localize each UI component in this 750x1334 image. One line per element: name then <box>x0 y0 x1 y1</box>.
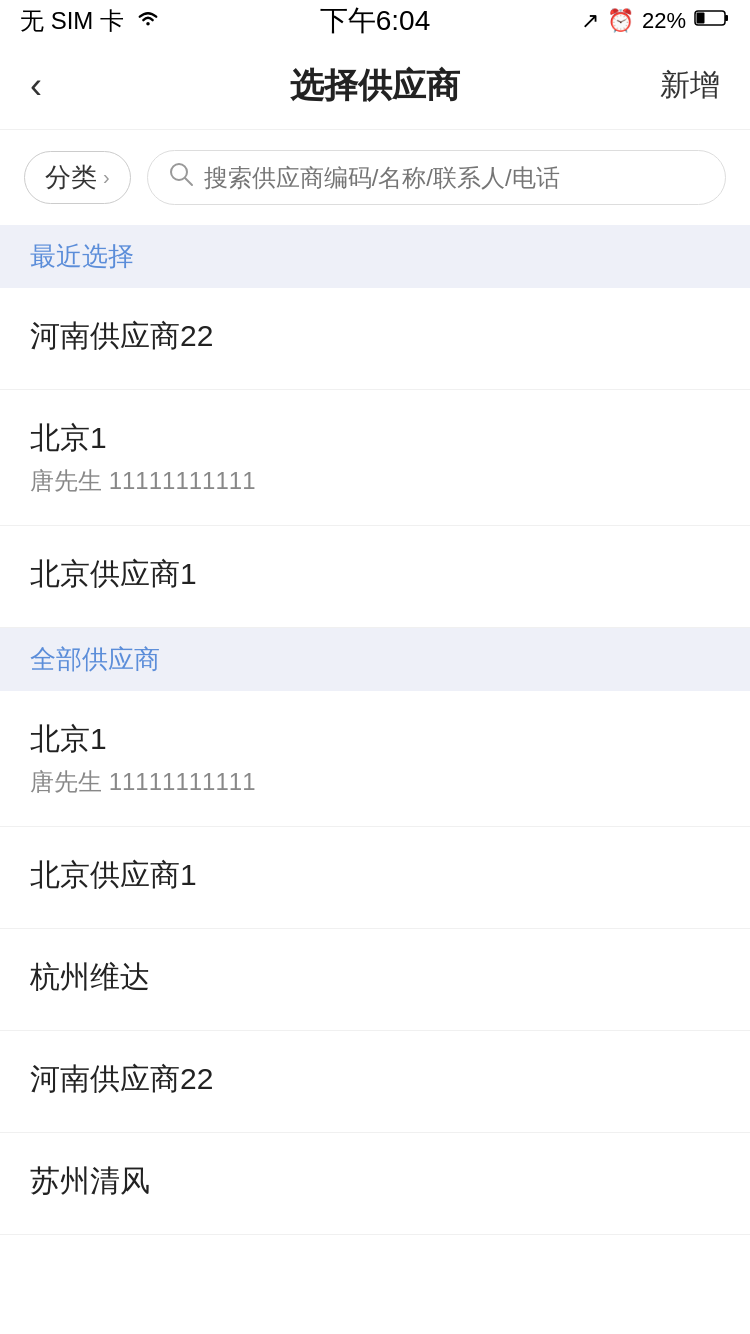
svg-rect-2 <box>697 13 705 24</box>
item-name: 北京供应商1 <box>30 855 720 896</box>
battery-icon <box>694 8 730 34</box>
item-name: 河南供应商22 <box>30 1059 720 1100</box>
category-label: 分类 <box>45 160 97 195</box>
search-input[interactable] <box>204 164 705 192</box>
back-button[interactable]: ‹ <box>30 65 90 107</box>
chevron-right-icon: › <box>103 166 110 189</box>
status-bar: 无 SIM 卡 下午6:04 ↗ ⏰ 22% <box>0 0 750 42</box>
all-section-label: 全部供应商 <box>30 644 160 674</box>
category-button[interactable]: 分类 › <box>24 151 131 204</box>
list-item[interactable]: 苏州清风 <box>0 1133 750 1235</box>
all-section-header: 全部供应商 <box>0 628 750 691</box>
recent-section-label: 最近选择 <box>30 241 134 271</box>
status-time: 下午6:04 <box>320 2 431 40</box>
add-button[interactable]: 新增 <box>660 65 720 106</box>
item-name: 北京1 <box>30 719 720 760</box>
svg-rect-1 <box>725 15 728 21</box>
filter-bar: 分类 › <box>0 130 750 225</box>
search-box[interactable] <box>147 150 726 205</box>
item-name: 杭州维达 <box>30 957 720 998</box>
item-sub: 唐先生 11111111111 <box>30 465 720 497</box>
list-item[interactable]: 北京1 唐先生 11111111111 <box>0 390 750 526</box>
carrier-label: 无 SIM 卡 <box>20 5 124 37</box>
wifi-icon <box>134 7 162 35</box>
page-title: 选择供应商 <box>290 63 460 109</box>
item-name: 河南供应商22 <box>30 316 720 357</box>
nav-bar: ‹ 选择供应商 新增 <box>0 42 750 130</box>
item-name: 北京供应商1 <box>30 554 720 595</box>
recent-section-header: 最近选择 <box>0 225 750 288</box>
list-item[interactable]: 北京供应商1 <box>0 526 750 628</box>
alarm-icon: ⏰ <box>607 8 634 34</box>
list-item[interactable]: 河南供应商22 <box>0 1031 750 1133</box>
status-left: 无 SIM 卡 <box>20 5 162 37</box>
search-icon <box>168 161 194 194</box>
list-item[interactable]: 北京1 唐先生 11111111111 <box>0 691 750 827</box>
battery-label: 22% <box>642 8 686 34</box>
item-name: 北京1 <box>30 418 720 459</box>
item-name: 苏州清风 <box>30 1161 720 1202</box>
svg-line-4 <box>185 178 192 185</box>
location-icon: ↗ <box>581 8 599 34</box>
recent-list: 河南供应商22 北京1 唐先生 11111111111 北京供应商1 <box>0 288 750 628</box>
list-item[interactable]: 杭州维达 <box>0 929 750 1031</box>
item-sub: 唐先生 11111111111 <box>30 766 720 798</box>
all-list: 北京1 唐先生 11111111111 北京供应商1 杭州维达河南供应商22 苏州清风 <box>0 691 750 1235</box>
list-item[interactable]: 北京供应商1 <box>0 827 750 929</box>
status-right: ↗ ⏰ 22% <box>581 8 730 34</box>
list-item[interactable]: 河南供应商22 <box>0 288 750 390</box>
